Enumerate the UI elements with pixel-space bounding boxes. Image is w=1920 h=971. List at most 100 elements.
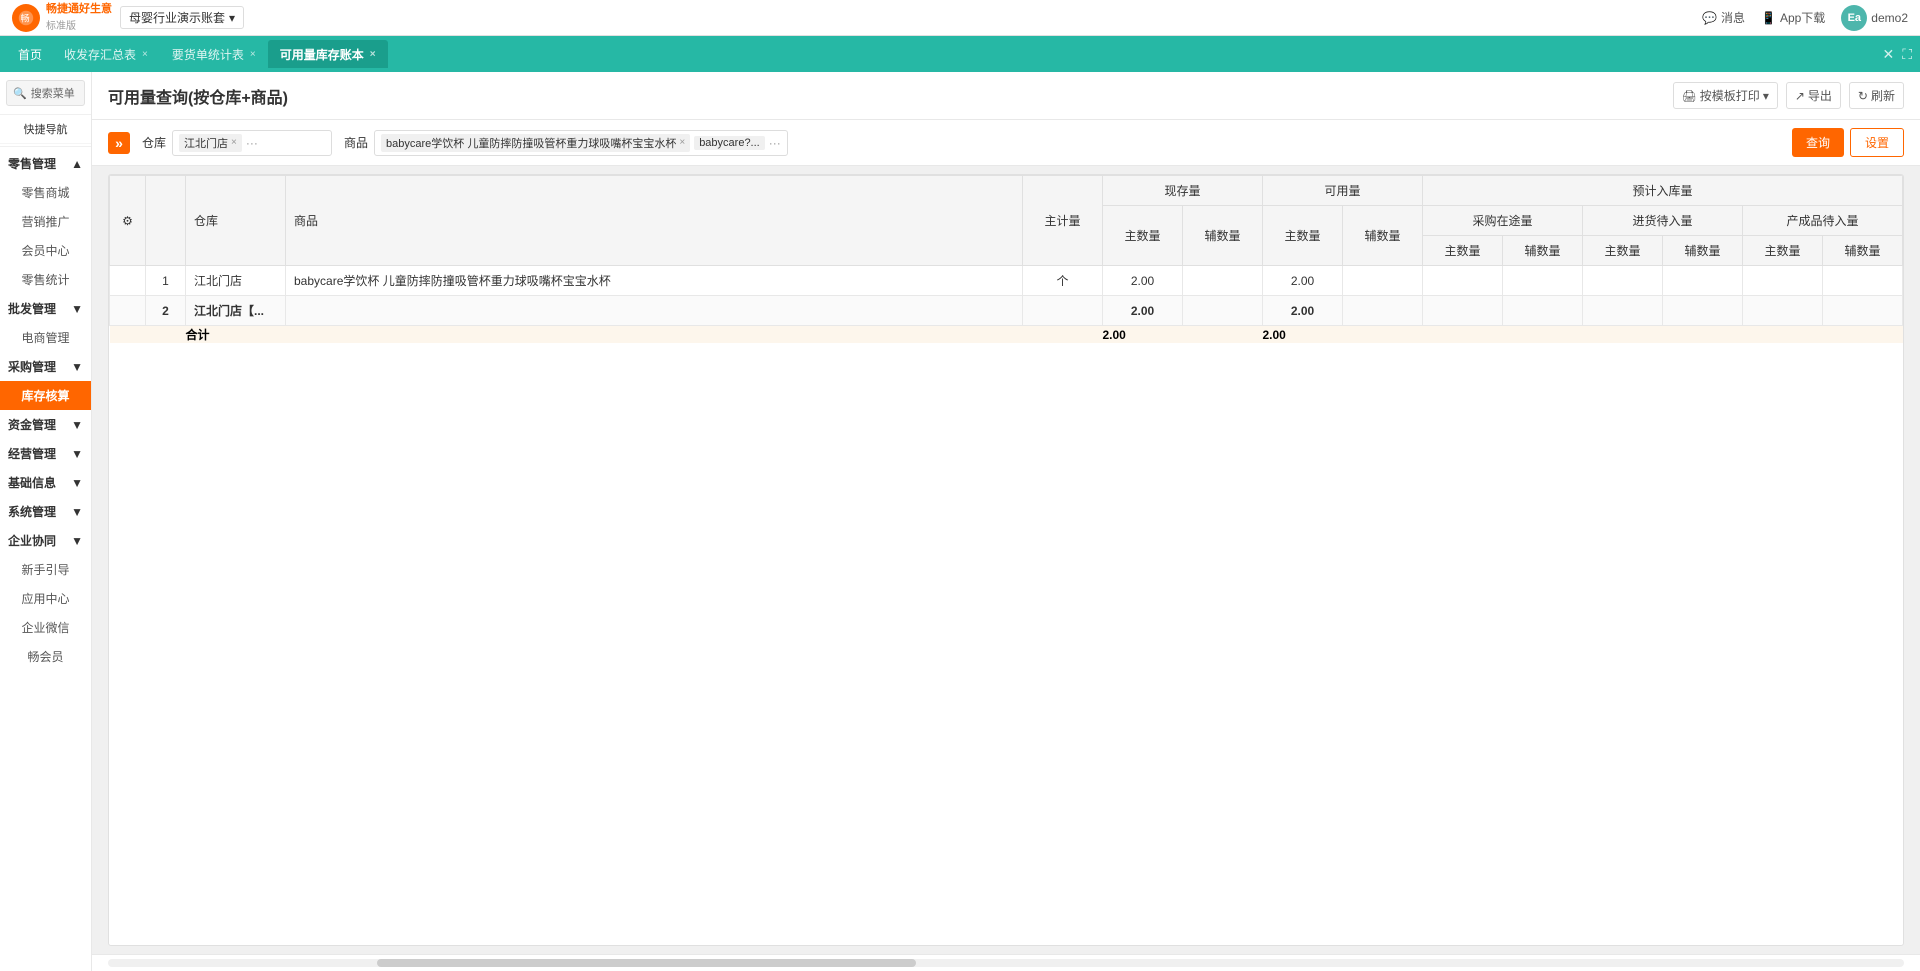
chevron-down-icon-7: ▼ (71, 534, 83, 548)
sidebar-quick-nav[interactable]: 快捷导航 (0, 115, 91, 144)
filter-dots-1[interactable]: ··· (246, 136, 258, 150)
sidebar-item-retail-mall[interactable]: 零售商城 (0, 178, 91, 207)
warehouse-filter-group: 仓库 江北门店 × ··· (142, 130, 332, 156)
filter-dots-2[interactable]: ··· (769, 136, 781, 150)
print-template-btn[interactable]: 🖨 按模板打印 ▾ (1673, 82, 1778, 109)
refresh-btn[interactable]: ↻ 刷新 (1849, 82, 1904, 109)
th-warehouse: 仓库 (186, 176, 286, 266)
tab-receive-summary[interactable]: 收发存汇总表 × (52, 40, 160, 68)
total-avail-main: 2.00 (1263, 326, 1343, 344)
row2-avail-aux (1343, 296, 1423, 326)
sidebar-section-wholesale[interactable]: 批发管理 ▼ (0, 294, 91, 323)
sidebar-section-enterprise-label: 企业协同 (8, 532, 56, 549)
tab-order-stats-close[interactable]: × (250, 49, 256, 60)
sidebar-item-appstore[interactable]: 应用中心 (0, 584, 91, 613)
horizontal-scrollbar-thumb[interactable] (377, 959, 916, 967)
sidebar-item-enterprise-wechat[interactable]: 企业微信 (0, 613, 91, 642)
tab-available-inventory[interactable]: 可用量库存账本 × (268, 40, 388, 68)
th-product-aux: 辅数量 (1823, 236, 1903, 266)
row1-unit: 个 (1023, 266, 1103, 296)
settings-btn[interactable]: 设置 (1850, 128, 1904, 157)
sidebar-item-newbie[interactable]: 新手引导 (0, 555, 91, 584)
tab-home[interactable]: 首页 (8, 40, 52, 68)
sidebar-divider-1 (0, 146, 91, 147)
sidebar-section-basic-label: 基础信息 (8, 474, 56, 491)
tab-close-all-btn[interactable]: ✕ (1882, 46, 1894, 63)
th-purchase-main: 主数量 (1423, 236, 1503, 266)
export-btn[interactable]: ↗ 导出 (1786, 82, 1841, 109)
sidebar-search-btn[interactable]: 🔍 搜索菜单 (6, 80, 85, 106)
tab-order-stats[interactable]: 要货单统计表 × (160, 40, 268, 68)
th-product-pending: 产成品待入量 (1743, 206, 1903, 236)
row1-purchase-aux (1503, 266, 1583, 296)
settings-icon[interactable]: ⚙ (122, 214, 133, 228)
row2-product (286, 296, 1023, 326)
product-filter-input[interactable]: babycare学饮杯 儿童防摔防撞吸管杯重力球吸嘴杯宝宝水杯 × babyca… (374, 130, 788, 156)
row2-unit (1023, 296, 1103, 326)
th-product: 商品 (286, 176, 1023, 266)
chevron-down-icon-5: ▼ (71, 476, 83, 490)
user-action[interactable]: Ea demo2 (1841, 5, 1908, 31)
sidebar-item-member[interactable]: 畅会员 (0, 642, 91, 671)
th-stock-aux: 辅数量 (1183, 206, 1263, 266)
row1-warehouse: 江北门店 (186, 266, 286, 296)
tab-order-stats-label: 要货单统计表 (172, 46, 244, 63)
sidebar-section-basic[interactable]: 基础信息 ▼ (0, 468, 91, 497)
product-tag-close-1[interactable]: × (679, 137, 685, 148)
row1-avail-aux (1343, 266, 1423, 296)
row2-purchase-aux (1503, 296, 1583, 326)
content-area: 可用量查询(按仓库+商品) 🖨 按模板打印 ▾ ↗ 导出 ↻ 刷新 » (92, 72, 1920, 971)
total-stock-aux (1183, 326, 1263, 344)
table-footer (92, 954, 1920, 971)
sidebar-item-members[interactable]: 会员中心 (0, 236, 91, 265)
tab-available-inventory-close[interactable]: × (370, 49, 376, 60)
sidebar-section-purchase[interactable]: 采购管理 ▼ (0, 352, 91, 381)
warehouse-tag-text: 江北门店 (184, 135, 228, 151)
total-purchase-aux (1503, 326, 1583, 344)
row1-inbound-aux (1663, 266, 1743, 296)
tenant-selector[interactable]: 母婴行业演示账套 ▾ (120, 6, 244, 29)
chevron-down-icon-6: ▼ (71, 505, 83, 519)
username: demo2 (1871, 11, 1908, 25)
horizontal-scrollbar-track[interactable] (108, 959, 1904, 967)
sidebar-section-operations[interactable]: 经营管理 ▼ (0, 439, 91, 468)
logo-area: 畅 畅捷通好生意 标准版 (12, 3, 112, 31)
sidebar-item-ecommerce[interactable]: 电商管理 (0, 323, 91, 352)
sidebar-section-wholesale-label: 批发管理 (8, 300, 56, 317)
filter-actions: 查询 设置 (1792, 128, 1904, 157)
tab-fullscreen-btn[interactable]: ⛶ (1902, 46, 1912, 63)
th-avail-main: 主数量 (1263, 206, 1343, 266)
sidebar-section-finance[interactable]: 资金管理 ▼ (0, 410, 91, 439)
warehouse-tag-close-1[interactable]: × (231, 137, 237, 148)
sidebar-item-retail-stats[interactable]: 零售统计 (0, 265, 91, 294)
th-available-qty: 可用量 (1263, 176, 1423, 206)
sidebar-section-system[interactable]: 系统管理 ▼ (0, 497, 91, 526)
row2-purchase-main (1423, 296, 1503, 326)
avatar: Ea (1841, 5, 1867, 31)
top-bar: 畅 畅捷通好生意 标准版 母婴行业演示账套 ▾ 💬 消息 📱 App下载 Ea … (0, 0, 1920, 36)
sidebar-section-enterprise[interactable]: 企业协同 ▼ (0, 526, 91, 555)
total-purchase-main (1423, 326, 1503, 344)
query-btn[interactable]: 查询 (1792, 128, 1844, 157)
filter-expand-btn[interactable]: » (108, 132, 130, 154)
export-label: 导出 (1808, 87, 1832, 104)
row1-purchase-main (1423, 266, 1503, 296)
row2-no: 2 (146, 296, 186, 326)
warehouse-filter-input[interactable]: 江北门店 × ··· (172, 130, 332, 156)
total-label: 合计 (186, 326, 1103, 344)
th-no (146, 176, 186, 266)
th-product-main: 主数量 (1743, 236, 1823, 266)
sidebar-item-marketing[interactable]: 营销推广 (0, 207, 91, 236)
chevron-down-icon: ▾ (229, 11, 235, 25)
th-current-stock: 现存量 (1103, 176, 1263, 206)
row1-settings (110, 266, 146, 296)
row1-inbound-main (1583, 266, 1663, 296)
sidebar-item-inventory[interactable]: 库存核算 (0, 381, 91, 410)
app-download-action[interactable]: 📱 App下载 (1761, 9, 1825, 26)
product-filter-group: 商品 babycare学饮杯 儿童防摔防撞吸管杯重力球吸嘴杯宝宝水杯 × bab… (344, 130, 788, 156)
tab-receive-summary-close[interactable]: × (142, 49, 148, 60)
sidebar-section-retail[interactable]: 零售管理 ▲ (0, 149, 91, 178)
sidebar-section-purchase-label: 采购管理 (8, 358, 56, 375)
table-row: 1 江北门店 babycare学饮杯 儿童防摔防撞吸管杯重力球吸嘴杯宝宝水杯 个… (110, 266, 1903, 296)
message-action[interactable]: 💬 消息 (1702, 9, 1745, 26)
